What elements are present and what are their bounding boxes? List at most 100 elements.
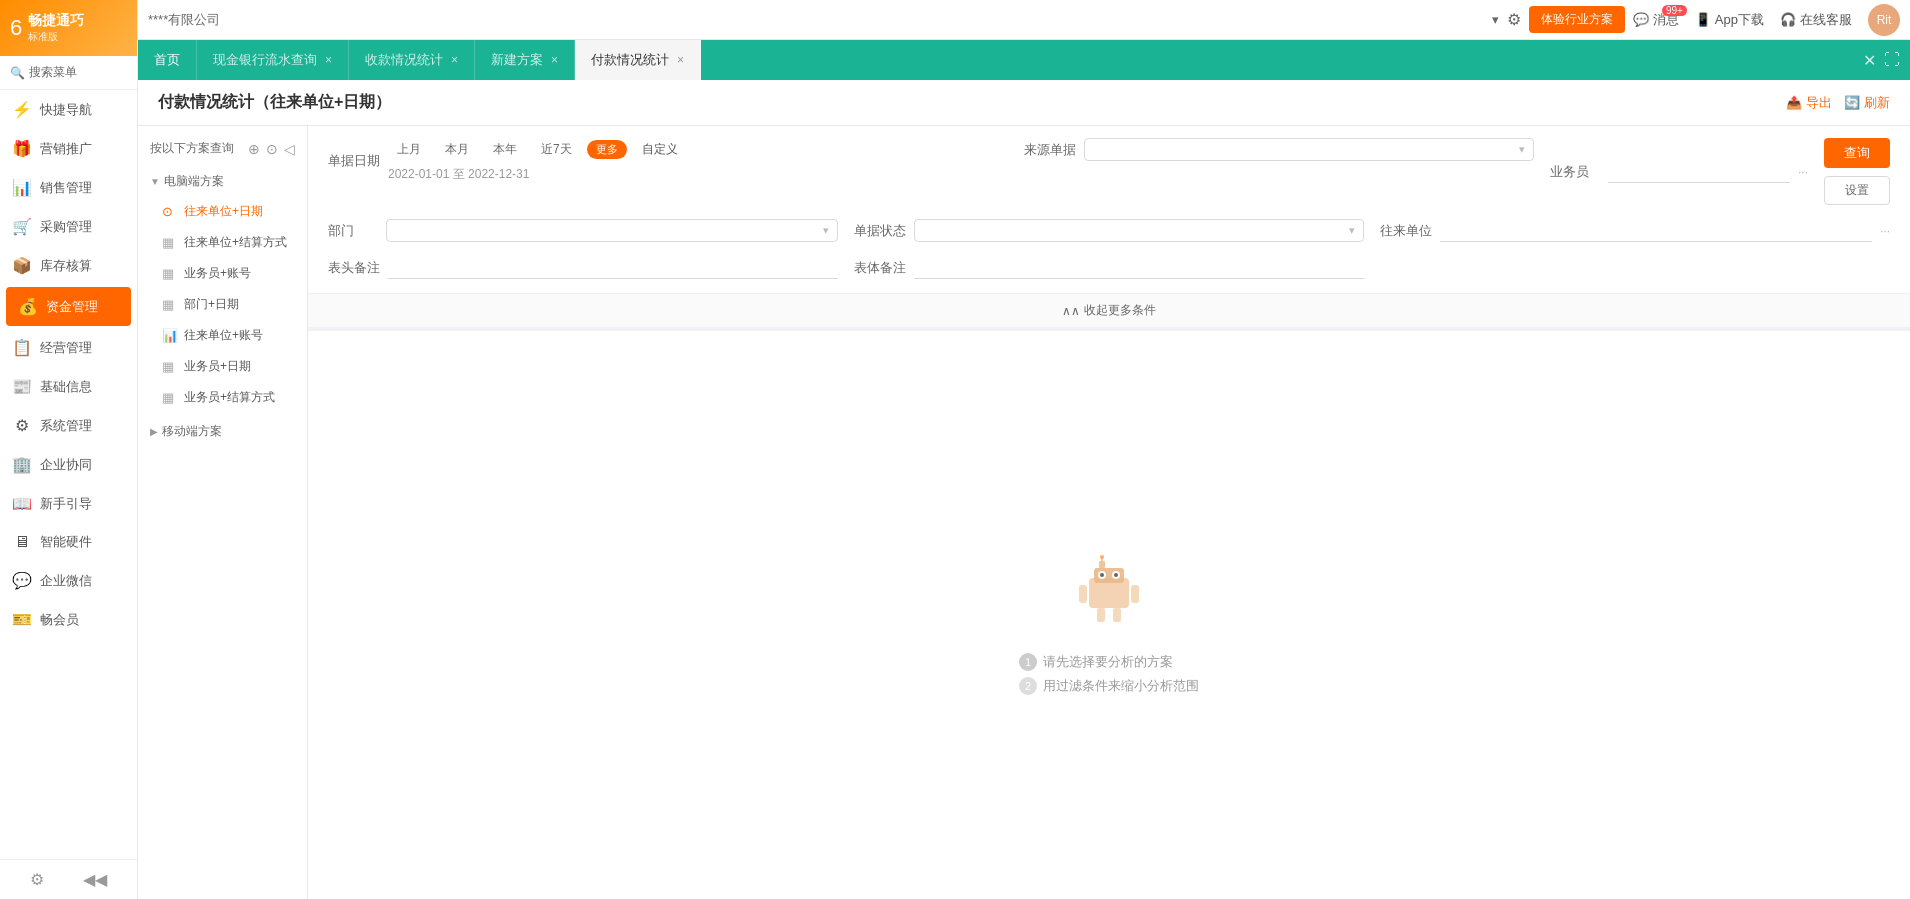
salesman-more-icon[interactable]: ··· [1798, 165, 1808, 179]
date-7days[interactable]: 近7天 [532, 138, 581, 161]
export-btn[interactable]: 📤 导出 [1786, 94, 1832, 112]
svg-point-12 [1100, 555, 1104, 559]
refresh-btn[interactable]: 🔄 刷新 [1844, 94, 1890, 112]
date-more[interactable]: 更多 [587, 140, 627, 159]
collapse-scheme-icon[interactable]: ◁ [284, 141, 295, 157]
sidebar-item-guide[interactable]: 📖 新手引导 [0, 484, 137, 523]
tab-payment-label: 付款情况统计 [591, 51, 669, 69]
scheme-item-counter-date[interactable]: ⊙ 往来单位+日期 [138, 196, 307, 227]
counter-party-input[interactable] [1440, 219, 1872, 242]
filter-row-2: 部门 ▾ 单据状态 ▾ [328, 219, 1890, 242]
tab-new-scheme[interactable]: 新建方案 × [475, 40, 575, 80]
scheme-panel: 按以下方案查询 ⊕ ⊙ ◁ ▼ 电脑端方案 ⊙ 往来单位+日期 [138, 126, 308, 899]
maximize-icon[interactable]: ⛶ [1884, 51, 1900, 69]
filter-body-note-item: 表体备注 [854, 256, 1364, 279]
filter-dept-item: 部门 ▾ [328, 219, 838, 242]
add-scheme-icon[interactable]: ⊕ [248, 141, 260, 157]
edit-scheme-icon[interactable]: ⊙ [266, 141, 278, 157]
sidebar-item-sales[interactable]: 📊 销售管理 [0, 168, 137, 207]
sidebar-item-system[interactable]: ⚙ 系统管理 [0, 406, 137, 445]
bill-status-select[interactable]: ▾ [914, 219, 1364, 242]
sidebar-item-operations[interactable]: 📋 经营管理 [0, 328, 137, 367]
tab-receipts-close[interactable]: × [451, 53, 458, 67]
sidebar-label: 资金管理 [46, 298, 98, 316]
dept-label: 部门 [328, 222, 378, 240]
scheme-item-dept-date[interactable]: ▦ 部门+日期 [138, 289, 307, 320]
sidebar-item-basic[interactable]: 📰 基础信息 [0, 367, 137, 406]
scheme-panel-header: 按以下方案查询 ⊕ ⊙ ◁ [138, 134, 307, 163]
notifications-btn[interactable]: 💬 消息 99+ [1633, 11, 1679, 29]
scheme-item-label: 部门+日期 [184, 296, 239, 313]
counter-party-more-icon[interactable]: ··· [1880, 224, 1890, 238]
purchase-icon: 🛒 [12, 217, 32, 236]
page-header: 付款情况统计（往来单位+日期） 📤 导出 🔄 刷新 [138, 80, 1910, 126]
collapse-label: 收起更多条件 [1084, 302, 1156, 319]
empty-tips: 1 请先选择要分析的方案 2 用过滤条件来缩小分析范围 [1019, 653, 1199, 701]
svg-point-4 [1100, 573, 1104, 577]
topbar-settings-icon[interactable]: ⚙ [1507, 10, 1521, 29]
close-all-icon[interactable]: ✕ [1863, 51, 1876, 70]
sidebar-label: 库存核算 [40, 257, 92, 275]
svg-rect-8 [1097, 608, 1105, 622]
collapse-btn[interactable]: ∧∧ 收起更多条件 [1062, 302, 1156, 319]
desktop-group-toggle[interactable]: ▼ 电脑端方案 [138, 167, 307, 196]
tab-home[interactable]: 首页 [138, 40, 197, 80]
scheme-item-counter-account[interactable]: 📊 往来单位+账号 [138, 320, 307, 351]
app-download-btn[interactable]: 📱 App下载 [1695, 11, 1764, 29]
sidebar-item-inventory[interactable]: 📦 库存核算 [0, 246, 137, 285]
sidebar-item-member[interactable]: 🎫 畅会员 [0, 600, 137, 639]
group-arrow-icon: ▼ [150, 176, 160, 187]
mobile-scheme-group: ▶ 移动端方案 [138, 417, 307, 446]
notifications-badge: 99+ [1662, 5, 1687, 16]
sidebar-item-enterprise[interactable]: 🏢 企业协同 [0, 445, 137, 484]
avatar-text: Rit [1877, 13, 1892, 27]
capital-icon: 💰 [18, 297, 38, 316]
sidebar-logo-text: 畅捷通巧 [28, 12, 84, 30]
sidebar-item-purchase[interactable]: 🛒 采购管理 [0, 207, 137, 246]
dept-select[interactable]: ▾ [386, 219, 838, 242]
scheme-item-salesman-settlement[interactable]: ▦ 业务员+结算方式 [138, 382, 307, 413]
dept-select-arrow: ▾ [823, 224, 829, 237]
tabbar: 首页 现金银行流水查询 × 收款情况统计 × 新建方案 × 付款情况统计 × ✕… [138, 40, 1910, 80]
header-note-input[interactable] [388, 256, 838, 279]
scheme-item-salesman-account[interactable]: ▦ 业务员+账号 [138, 258, 307, 289]
company-dropdown-icon[interactable]: ▾ [1492, 12, 1499, 27]
date-last-month[interactable]: 上月 [388, 138, 430, 161]
scheme-item-counter-settlement[interactable]: ▦ 往来单位+结算方式 [138, 227, 307, 258]
trial-btn[interactable]: 体验行业方案 [1529, 6, 1625, 33]
tab-payment[interactable]: 付款情况统计 × [575, 40, 701, 80]
mobile-group-label: 移动端方案 [162, 423, 222, 440]
empty-tip-2: 2 用过滤条件来缩小分析范围 [1019, 677, 1199, 695]
date-this-month[interactable]: 本月 [436, 138, 478, 161]
collapse-sidebar-icon[interactable]: ◀◀ [83, 870, 107, 889]
salesman-input[interactable] [1608, 160, 1790, 183]
query-btn[interactable]: 查询 [1824, 138, 1890, 168]
tip-text-2: 用过滤条件来缩小分析范围 [1043, 677, 1199, 695]
body-note-input[interactable] [914, 256, 1364, 279]
source-select[interactable]: ▾ [1084, 138, 1534, 161]
sidebar-search[interactable]: 🔍 搜索菜单 [0, 56, 137, 90]
source-select-arrow: ▾ [1519, 143, 1525, 156]
tab-bank[interactable]: 现金银行流水查询 × [197, 40, 349, 80]
settings-btn[interactable]: 设置 [1824, 176, 1890, 205]
sidebar-item-quick-nav[interactable]: ⚡ 快捷导航 [0, 90, 137, 129]
avatar[interactable]: Rit [1868, 4, 1900, 36]
date-range-text: 2022-01-01 至 2022-12-31 [388, 166, 687, 183]
sidebar-item-wechat[interactable]: 💬 企业微信 [0, 561, 137, 600]
tip-text-1: 请先选择要分析的方案 [1043, 653, 1173, 671]
date-this-year[interactable]: 本年 [484, 138, 526, 161]
filter-row-3: 表头备注 表体备注 [328, 256, 1890, 279]
scheme-item-salesman-date[interactable]: ▦ 业务员+日期 [138, 351, 307, 382]
date-custom[interactable]: 自定义 [633, 138, 687, 161]
mobile-group-toggle[interactable]: ▶ 移动端方案 [138, 417, 307, 446]
online-service-btn[interactable]: 🎧 在线客服 [1780, 11, 1852, 29]
settings-footer-icon[interactable]: ⚙ [30, 870, 44, 889]
tab-new-scheme-close[interactable]: × [551, 53, 558, 67]
sidebar-item-capital[interactable]: 💰 资金管理 [6, 287, 131, 326]
tab-bank-close[interactable]: × [325, 53, 332, 67]
sidebar-item-hardware[interactable]: 🖥 智能硬件 [0, 523, 137, 561]
tab-payment-close[interactable]: × [677, 53, 684, 67]
tab-receipts[interactable]: 收款情况统计 × [349, 40, 475, 80]
sidebar-item-marketing[interactable]: 🎁 营销推广 [0, 129, 137, 168]
source-label: 来源单据 [1024, 141, 1076, 159]
